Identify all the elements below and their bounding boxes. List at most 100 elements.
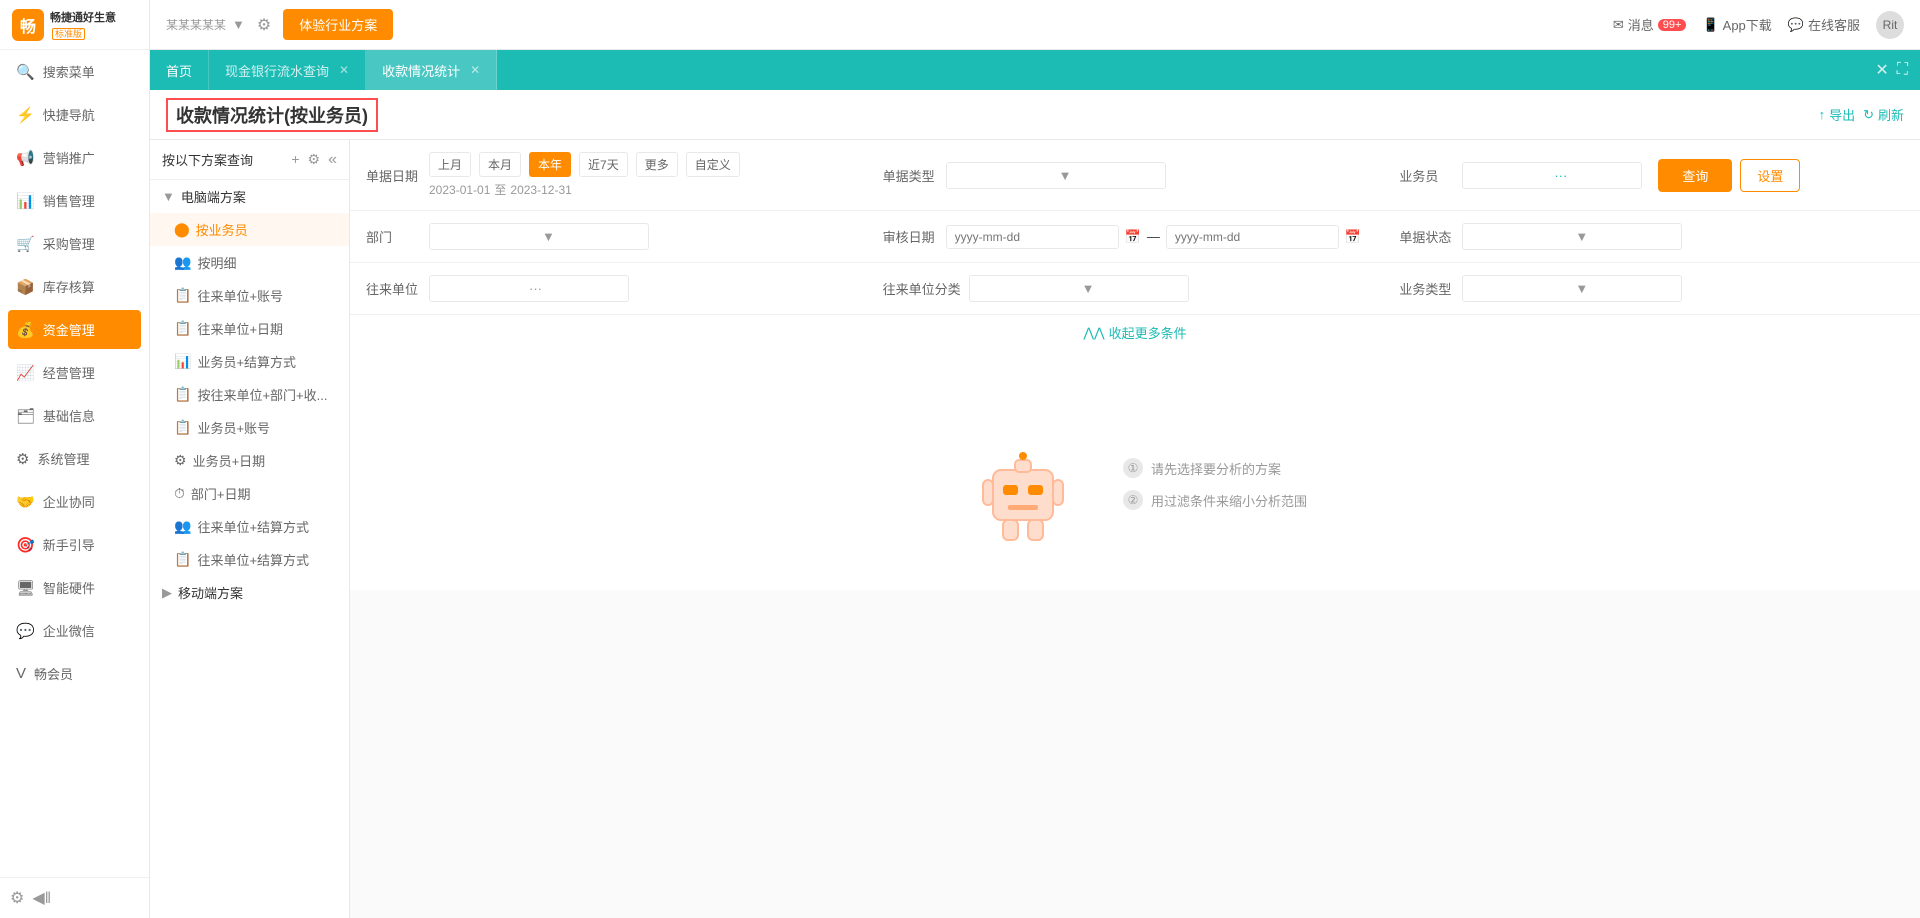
online-service-item[interactable]: 💬 在线客服 <box>1788 15 1860 34</box>
message-icon: ✉ <box>1613 17 1624 33</box>
sidebar-bottom: ⚙ ◀‖ <box>0 877 149 918</box>
sales-icon: 📊 <box>16 192 35 210</box>
dept-label: 部门 <box>366 227 421 246</box>
unit-date-icon: 📋 <box>174 320 191 337</box>
tree-parent-mobile: ▶ 移动端方案 <box>150 576 349 609</box>
filter-row-2: 部门 ▼ 审核日期 📅 — <box>350 211 1920 263</box>
sidebar-item-member[interactable]: V 畅会员 <box>0 652 149 695</box>
sidebar-item-enterprise[interactable]: 🤝 企业协同 <box>0 480 149 523</box>
custom-date-btn[interactable]: 自定义 <box>686 152 740 177</box>
doc-status-select[interactable]: ▼ <box>1462 223 1682 250</box>
this-month-btn[interactable]: 本月 <box>479 152 521 177</box>
sidebar-item-search[interactable]: 🔍 搜索菜单 <box>0 50 149 93</box>
audit-from-cal-icon[interactable]: 📅 <box>1125 229 1141 245</box>
tree-item-by-salesman[interactable]: ⬤ 按业务员 <box>150 213 349 246</box>
salesman-label: 业务员 <box>1399 166 1454 185</box>
sidebar-item-purchase[interactable]: 🛒 采购管理 <box>0 222 149 265</box>
salesman-filter-item: 业务员 ··· 查询 设置 <box>1399 159 1904 192</box>
sidebar-item-quicknav[interactable]: ⚡ 快捷导航 <box>0 93 149 136</box>
audit-from-input[interactable] <box>946 225 1119 249</box>
sidebar-item-wechat[interactable]: 💬 企业微信 <box>0 609 149 652</box>
receipt-stats-label: 收款情况统计 <box>382 61 460 80</box>
quick-nav-icon: ⚡ <box>16 106 35 124</box>
audit-to-cal-icon[interactable]: 📅 <box>1345 229 1361 245</box>
tab-bank-flow[interactable]: 现金银行流水查询 ✕ <box>209 50 366 90</box>
tree-item-salesman-account[interactable]: 📋 业务员+账号 <box>150 411 349 444</box>
empty-steps: ① 请先选择要分析的方案 ② 用过滤条件来缩小分析范围 <box>1123 458 1307 522</box>
tree-item-unit-account[interactable]: 📋 往来单位+账号 <box>150 279 349 312</box>
receipt-stats-close-icon[interactable]: ✕ <box>470 63 480 77</box>
finance-icon: 💰 <box>16 321 35 339</box>
unit-more-icon[interactable]: ··· <box>529 281 618 296</box>
tab-receipt-stats[interactable]: 收款情况统计 ✕ <box>366 50 497 90</box>
collapse-bottom-icon[interactable]: ◀‖ <box>32 888 51 908</box>
collapse-bar[interactable]: ⋀⋀ 收起更多条件 <box>350 314 1920 350</box>
bank-flow-close-icon[interactable]: ✕ <box>339 63 349 77</box>
refresh-icon: ↻ <box>1863 107 1874 123</box>
unit-classify-select[interactable]: ▼ <box>969 275 1189 302</box>
app-download-icon: 📱 <box>1702 17 1718 33</box>
tabbar-expand-icon[interactable]: ⛶ <box>1897 61 1908 79</box>
salesman-account-icon: 📋 <box>174 419 191 436</box>
app-download-item[interactable]: 📱 App下载 <box>1702 15 1771 34</box>
tree-item-by-detail[interactable]: 👥 按明细 <box>150 246 349 279</box>
sidebar-item-hardware[interactable]: 🖥 智能硬件 <box>0 566 149 609</box>
user-avatar[interactable]: Rit <box>1876 11 1904 39</box>
tree-item-salesman-settle[interactable]: 📊 业务员+结算方式 <box>150 345 349 378</box>
tree-item-unit-settle2[interactable]: 📋 往来单位+结算方式 <box>150 543 349 576</box>
tab-home[interactable]: 首页 <box>150 50 209 90</box>
sidebar-item-inventory[interactable]: 📦 库存核算 <box>0 265 149 308</box>
biz-type-select[interactable]: ▼ <box>1462 275 1682 302</box>
sidebar-item-operation[interactable]: 📈 经营管理 <box>0 351 149 394</box>
tree-item-unit-settle1[interactable]: 👥 往来单位+结算方式 <box>150 510 349 543</box>
unit-dept-icon: 📋 <box>174 386 191 403</box>
dept-select[interactable]: ▼ <box>429 223 649 250</box>
unit-account-icon: 📋 <box>174 287 191 304</box>
tree-item-dept-date[interactable]: ⏱ 部门+日期 <box>150 477 349 510</box>
salesman-more-icon[interactable]: ··· <box>1554 168 1631 183</box>
logo-text-area: 畅捷通好生意 标准版 <box>50 9 116 40</box>
unit-settle2-icon: 📋 <box>174 551 191 568</box>
doc-type-select[interactable]: ▼ <box>946 162 1166 189</box>
this-year-btn[interactable]: 本年 <box>529 152 571 177</box>
user-area: 某某某某某 ▼ <box>166 16 245 33</box>
more-date-btn[interactable]: 更多 <box>636 152 678 177</box>
sidebar-item-marketing[interactable]: 📢 营销推广 <box>0 136 149 179</box>
tabbar: 首页 现金银行流水查询 ✕ 收款情况统计 ✕ ✕ ⛶ <box>150 50 1920 90</box>
export-button[interactable]: ↑ 导出 <box>1819 105 1856 124</box>
tabbar-close-icon[interactable]: ✕ <box>1875 60 1888 80</box>
add-scheme-icon[interactable]: + <box>291 151 299 169</box>
doc-type-label: 单据类型 <box>883 166 938 185</box>
user-dropdown-icon[interactable]: ▼ <box>232 17 245 32</box>
purchase-icon: 🛒 <box>16 235 35 253</box>
trial-button[interactable]: 体验行业方案 <box>283 9 393 40</box>
page-title: 收款情况统计(按业务员) <box>166 98 378 132</box>
salesman-select[interactable]: ··· <box>1462 162 1642 189</box>
settings-scheme-icon[interactable]: ⚙ <box>308 151 321 169</box>
wechat-icon: 💬 <box>16 622 35 640</box>
settings-button[interactable]: 设置 <box>1740 159 1800 192</box>
refresh-button[interactable]: ↻ 刷新 <box>1863 105 1904 124</box>
topbar-gear-icon[interactable]: ⚙ <box>257 15 271 35</box>
sidebar-item-sales[interactable]: 📊 销售管理 <box>0 179 149 222</box>
query-button[interactable]: 查询 <box>1658 159 1732 192</box>
sidebar-item-basic[interactable]: 🗂 基础信息 <box>0 394 149 437</box>
tree-item-salesman-date[interactable]: ⚙ 业务员+日期 <box>150 444 349 477</box>
settings-bottom-icon[interactable]: ⚙ <box>10 888 24 908</box>
last7-btn[interactable]: 近7天 <box>579 152 628 177</box>
dept-date-icon: ⏱ <box>174 485 185 502</box>
unit-select[interactable]: ··· <box>429 275 629 302</box>
tree-item-unit-date[interactable]: 📋 往来单位+日期 <box>150 312 349 345</box>
audit-to-input[interactable] <box>1166 225 1339 249</box>
sidebar-item-system[interactable]: ⚙ 系统管理 <box>0 437 149 480</box>
tree-item-unit-dept[interactable]: 📋 按往来单位+部门+收... <box>150 378 349 411</box>
topbar: 某某某某某 ▼ ⚙ 体验行业方案 ✉ 消息 99+ 📱 App下载 💬 在线客服… <box>150 0 1920 50</box>
message-item[interactable]: ✉ 消息 99+ <box>1613 15 1687 34</box>
prev-month-btn[interactable]: 上月 <box>429 152 471 177</box>
sidebar-item-guide[interactable]: 🎯 新手引导 <box>0 523 149 566</box>
page-header: 收款情况统计(按业务员) ↑ 导出 ↻ 刷新 <box>150 90 1920 140</box>
sidebar-item-finance[interactable]: 💰 资金管理 <box>8 310 141 349</box>
empty-content: ① 请先选择要分析的方案 ② 用过滤条件来缩小分析范围 <box>963 430 1307 550</box>
basic-icon: 🗂 <box>16 407 35 425</box>
collapse-scheme-icon[interactable]: « <box>328 151 337 169</box>
